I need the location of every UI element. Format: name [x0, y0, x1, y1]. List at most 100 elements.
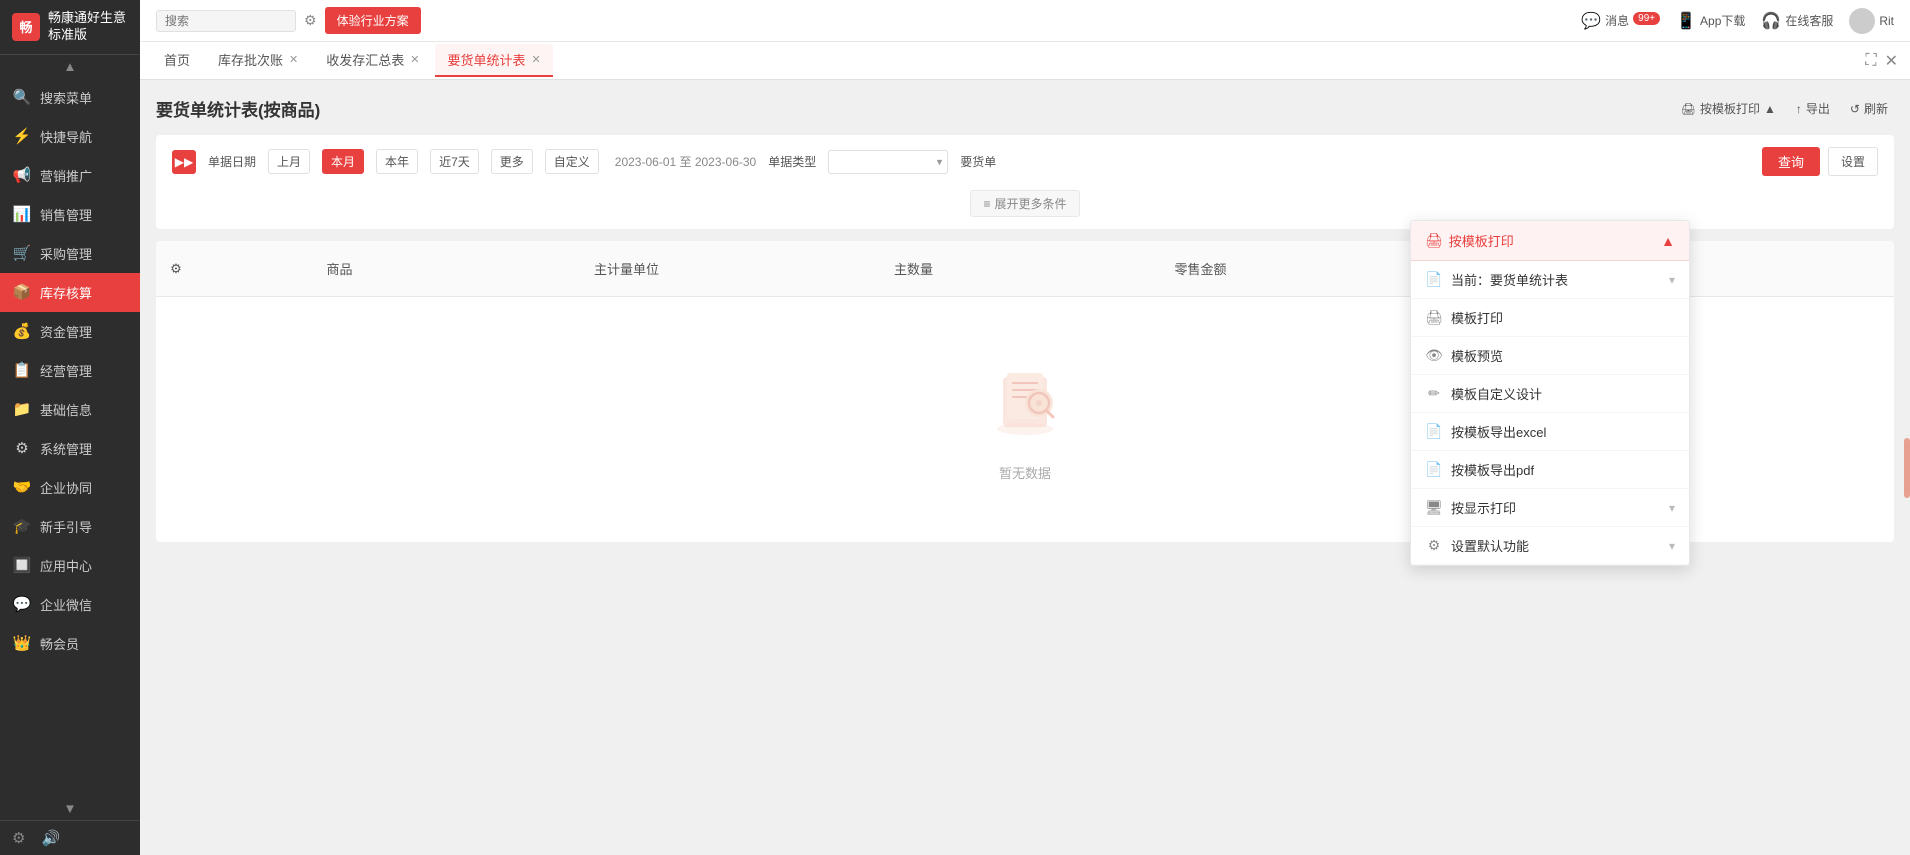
refresh-btn[interactable]: ↺ 刷新 [1844, 96, 1894, 121]
export-pdf-label: 按模板导出pdf [1451, 460, 1675, 479]
dropdown-collapse-btn[interactable]: ▲ [1661, 233, 1675, 249]
filter-expand-icon[interactable]: ▶▶ [172, 150, 196, 174]
topbar-left: ⚙ 体验行业方案 [156, 7, 421, 34]
topbar-right: 💬 消息 99+ 📱 App下载 🎧 在线客服 Rit [1581, 8, 1894, 34]
page-title: 要货单统计表(按商品) [156, 96, 1894, 121]
date-current-month[interactable]: 本月 [322, 149, 364, 174]
gear-icon[interactable]: ⚙ [304, 12, 317, 29]
export-pdf-icon: 📄 [1425, 461, 1443, 478]
sidebar-item-finance[interactable]: 💰 资金管理 [0, 312, 140, 351]
sidebar-scroll-up[interactable]: ▲ [0, 55, 140, 78]
expand-down-icon: ≡ [983, 197, 990, 211]
dropdown-current-template[interactable]: 📄 当前：要货单统计表 ▾ [1411, 261, 1689, 299]
date-current-year[interactable]: 本年 [376, 149, 418, 174]
col-settings[interactable]: ⚙ [156, 253, 196, 285]
sidebar-item-label: 采购管理 [40, 244, 92, 263]
date-more[interactable]: 更多 [491, 149, 533, 174]
sidebar-item-search[interactable]: 🔍 搜索菜单 [0, 78, 140, 117]
volume-icon[interactable]: 🔊 [41, 829, 60, 847]
dropdown-display-print[interactable]: 🖥 按显示打印 ▾ [1411, 489, 1689, 527]
display-print-label: 按显示打印 [1451, 498, 1661, 517]
tab-collection-summary-close[interactable]: ✕ [410, 53, 419, 66]
template-design-icon: ✏ [1425, 385, 1443, 402]
dropdown-set-default[interactable]: ⚙ 设置默认功能 ▾ [1411, 527, 1689, 565]
marketing-icon: 📢 [12, 166, 32, 184]
online-service-btn[interactable]: 🎧 在线客服 [1761, 11, 1833, 31]
tab-inventory-batch[interactable]: 库存批次账 ✕ [206, 44, 310, 77]
column-settings-icon[interactable]: ⚙ [170, 261, 182, 276]
shortcut-icon: ⚡ [12, 127, 32, 145]
sidebar-item-shortcut[interactable]: ⚡ 快捷导航 [0, 117, 140, 156]
date-custom[interactable]: 自定义 [545, 149, 599, 174]
sidebar-item-guide[interactable]: 🎓 新手引导 [0, 507, 140, 546]
dropdown-template-preview[interactable]: 👁 模板预览 [1411, 337, 1689, 375]
tab-order-summary-label: 要货单统计表 [447, 50, 525, 69]
date-range-display: 2023-06-01 至 2023-06-30 [615, 153, 756, 170]
sidebar-item-marketing[interactable]: 📢 营销推广 [0, 156, 140, 195]
logo-icon: 畅 [12, 13, 40, 41]
sidebar-item-wechat[interactable]: 💬 企业微信 [0, 585, 140, 624]
sidebar-item-purchase[interactable]: 🛒 采购管理 [0, 234, 140, 273]
current-template-icon: 📄 [1425, 271, 1443, 288]
sidebar-item-collab[interactable]: 🤝 企业协同 [0, 468, 140, 507]
sidebar-item-system[interactable]: ⚙ 系统管理 [0, 429, 140, 468]
online-service-label: 在线客服 [1785, 12, 1833, 29]
guide-icon: 🎓 [12, 517, 32, 535]
col-quantity: 主数量 [770, 251, 1057, 286]
sidebar-scroll-down[interactable]: ▼ [0, 797, 140, 820]
sidebar-item-appstore[interactable]: 🔲 应用中心 [0, 546, 140, 585]
tab-order-summary[interactable]: 要货单统计表 ✕ [435, 44, 552, 77]
settings-filter-btn[interactable]: 设置 [1828, 147, 1878, 176]
sales-icon: 📊 [12, 205, 32, 223]
username-label: Rit [1879, 14, 1894, 28]
sidebar-item-label: 畅会员 [40, 634, 79, 653]
settings-icon[interactable]: ⚙ [12, 829, 25, 847]
tab-close-all[interactable]: ✕ [1885, 51, 1898, 71]
tab-order-summary-close[interactable]: ✕ [532, 53, 541, 66]
app-download-btn[interactable]: 📱 App下载 [1676, 11, 1745, 31]
sidebar-item-label: 快捷导航 [40, 127, 92, 146]
template-print-btn[interactable]: 🖨 按模板打印 ▲ [1675, 96, 1782, 121]
export-excel-icon: 📄 [1425, 423, 1443, 440]
dropdown-template-design[interactable]: ✏ 模板自定义设计 [1411, 375, 1689, 413]
user-avatar[interactable]: Rit [1849, 8, 1894, 34]
sidebar-bottom: ⚙ 🔊 [0, 820, 140, 855]
sidebar-item-inventory[interactable]: 📦 库存核算 [0, 273, 140, 312]
export-btn[interactable]: ↑ 导出 [1790, 96, 1836, 121]
dropdown-export-pdf[interactable]: 📄 按模板导出pdf [1411, 451, 1689, 489]
tab-inventory-batch-close[interactable]: ✕ [289, 53, 298, 66]
order-type-select[interactable] [828, 150, 948, 174]
sidebar-item-member[interactable]: 👑 畅会员 [0, 624, 140, 663]
export-label: 导出 [1806, 100, 1830, 117]
experience-btn[interactable]: 体验行业方案 [325, 7, 421, 34]
chevron-down-icon-2: ▾ [1669, 501, 1675, 515]
sidebar-item-sales[interactable]: 📊 销售管理 [0, 195, 140, 234]
tab-home[interactable]: 首页 [152, 44, 202, 77]
expand-conditions-btn[interactable]: ≡ 展开更多条件 [970, 190, 1079, 217]
date-last-7[interactable]: 近7天 [430, 149, 479, 174]
app-download-label: App下载 [1700, 12, 1745, 29]
action-btns-bar: 🖨 按模板打印 ▲ ↑ 导出 ↺ 刷新 [1675, 96, 1894, 121]
page-scrollbar[interactable] [1904, 438, 1910, 498]
set-default-label: 设置默认功能 [1451, 536, 1661, 555]
dropdown-title: 🖨 按模板打印 [1425, 231, 1514, 250]
message-label: 消息 [1605, 12, 1629, 29]
app-name: 畅康通好生意 [48, 10, 126, 27]
message-btn[interactable]: 💬 消息 99+ [1581, 11, 1660, 31]
sidebar-item-basic[interactable]: 📁 基础信息 [0, 390, 140, 429]
print-header-icon: 🖨 [1425, 232, 1443, 249]
query-btn[interactable]: 查询 [1762, 147, 1820, 176]
sidebar-item-operations[interactable]: 📋 经营管理 [0, 351, 140, 390]
content-area: 要货单统计表(按商品) 🖨 按模板打印 ▲ ↑ 导出 ↺ 刷新 ▶▶ 单据日期 … [140, 80, 1910, 855]
search-input[interactable] [156, 10, 296, 32]
date-prev-month[interactable]: 上月 [268, 149, 310, 174]
chevron-up-icon: ▲ [1764, 102, 1776, 116]
col-product: 商品 [196, 251, 483, 286]
tab-collection-summary[interactable]: 收发存汇总表 ✕ [314, 44, 431, 77]
dropdown-template-print[interactable]: 🖨 模板打印 [1411, 299, 1689, 337]
empty-text: 暂无数据 [999, 463, 1051, 482]
template-design-label: 模板自定义设计 [1451, 384, 1675, 403]
dropdown-export-excel[interactable]: 📄 按模板导出excel [1411, 413, 1689, 451]
tab-maximize[interactable]: ⛶ [1865, 52, 1876, 70]
order-type-label: 单据类型 [768, 153, 816, 170]
